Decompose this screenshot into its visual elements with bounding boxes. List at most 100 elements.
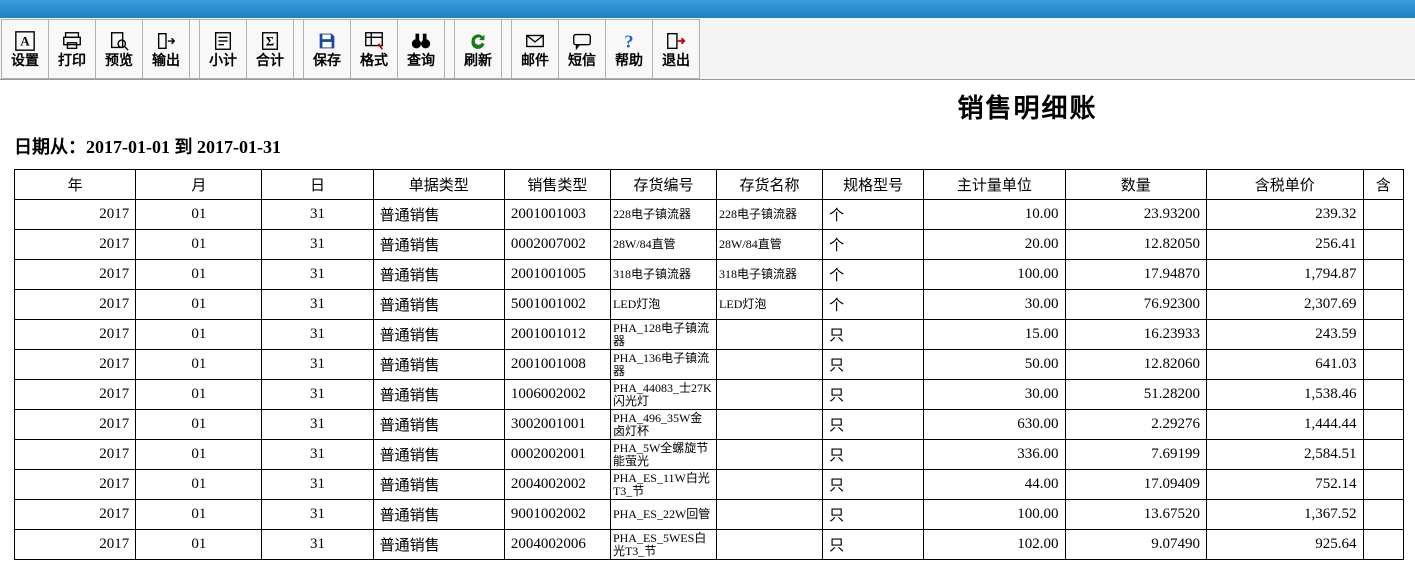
cell-spec[interactable]: 只 xyxy=(823,350,924,380)
cell-spec[interactable]: 个 xyxy=(823,200,924,230)
cell-extra[interactable] xyxy=(1363,200,1403,230)
cell-price[interactable]: 2.29276 xyxy=(1065,410,1206,440)
settings-button[interactable]: A设置 xyxy=(1,19,49,79)
cell-price[interactable]: 17.09409 xyxy=(1065,470,1206,500)
cell-doc[interactable]: 普通销售 xyxy=(373,200,504,230)
cell-extra[interactable] xyxy=(1363,230,1403,260)
cell-day[interactable]: 31 xyxy=(262,320,373,350)
cell-day[interactable]: 31 xyxy=(262,500,373,530)
table-row[interactable]: 20170131普通销售2001001008PHA_136电子镇流器只50.00… xyxy=(15,350,1404,380)
total-button[interactable]: Σ合计 xyxy=(246,19,294,79)
cell-code[interactable]: 1006002002 xyxy=(504,380,610,410)
table-row[interactable]: 20170131普通销售3002001001PHA_496_35W金卤灯杯只63… xyxy=(15,410,1404,440)
cell-name[interactable] xyxy=(717,440,823,470)
table-row[interactable]: 20170131普通销售2004002002PHA_ES_11W白光T3_节只4… xyxy=(15,470,1404,500)
cell-price[interactable]: 12.82060 xyxy=(1065,350,1206,380)
cell-extra[interactable] xyxy=(1363,440,1403,470)
column-header[interactable]: 单据类型 xyxy=(373,170,504,200)
cell-price[interactable]: 23.93200 xyxy=(1065,200,1206,230)
cell-year[interactable]: 2017 xyxy=(15,320,136,350)
cell-price[interactable]: 7.69199 xyxy=(1065,440,1206,470)
cell-year[interactable]: 2017 xyxy=(15,260,136,290)
cell-day[interactable]: 31 xyxy=(262,200,373,230)
cell-qty[interactable]: 336.00 xyxy=(924,440,1065,470)
cell-name[interactable] xyxy=(717,470,823,500)
cell-inv[interactable]: LED灯泡 xyxy=(610,290,716,320)
cell-year[interactable]: 2017 xyxy=(15,200,136,230)
subtotal-button[interactable]: 小计 xyxy=(199,19,247,79)
cell-doc[interactable]: 普通销售 xyxy=(373,530,504,560)
cell-amt[interactable]: 1,444.44 xyxy=(1206,410,1363,440)
cell-month[interactable]: 01 xyxy=(136,230,262,260)
table-row[interactable]: 20170131普通销售000200700228W/84直管28W/84直管个2… xyxy=(15,230,1404,260)
export-button[interactable]: 输出 xyxy=(142,19,190,79)
cell-code[interactable]: 0002007002 xyxy=(504,230,610,260)
cell-code[interactable]: 2004002002 xyxy=(504,470,610,500)
cell-month[interactable]: 01 xyxy=(136,380,262,410)
cell-doc[interactable]: 普通销售 xyxy=(373,350,504,380)
cell-name[interactable] xyxy=(717,410,823,440)
cell-month[interactable]: 01 xyxy=(136,530,262,560)
cell-doc[interactable]: 普通销售 xyxy=(373,500,504,530)
cell-spec[interactable]: 只 xyxy=(823,530,924,560)
cell-qty[interactable]: 100.00 xyxy=(924,500,1065,530)
cell-code[interactable]: 2001001005 xyxy=(504,260,610,290)
cell-spec[interactable]: 只 xyxy=(823,320,924,350)
cell-doc[interactable]: 普通销售 xyxy=(373,260,504,290)
cell-qty[interactable]: 20.00 xyxy=(924,230,1065,260)
cell-doc[interactable]: 普通销售 xyxy=(373,410,504,440)
cell-month[interactable]: 01 xyxy=(136,470,262,500)
cell-price[interactable]: 76.92300 xyxy=(1065,290,1206,320)
cell-day[interactable]: 31 xyxy=(262,530,373,560)
cell-extra[interactable] xyxy=(1363,290,1403,320)
cell-inv[interactable]: PHA_128电子镇流器 xyxy=(610,320,716,350)
column-header[interactable]: 日 xyxy=(262,170,373,200)
cell-amt[interactable]: 2,307.69 xyxy=(1206,290,1363,320)
cell-code[interactable]: 3002001001 xyxy=(504,410,610,440)
cell-month[interactable]: 01 xyxy=(136,320,262,350)
refresh-button[interactable]: 刷新 xyxy=(454,19,502,79)
cell-year[interactable]: 2017 xyxy=(15,350,136,380)
cell-month[interactable]: 01 xyxy=(136,440,262,470)
cell-amt[interactable]: 243.59 xyxy=(1206,320,1363,350)
cell-inv[interactable]: PHA_136电子镇流器 xyxy=(610,350,716,380)
cell-extra[interactable] xyxy=(1363,470,1403,500)
data-grid[interactable]: 年月日单据类型销售类型存货编号存货名称规格型号主计量单位数量含税单价含 2017… xyxy=(14,169,1404,560)
cell-qty[interactable]: 630.00 xyxy=(924,410,1065,440)
cell-amt[interactable]: 641.03 xyxy=(1206,350,1363,380)
cell-code[interactable]: 5001001002 xyxy=(504,290,610,320)
cell-doc[interactable]: 普通销售 xyxy=(373,470,504,500)
cell-name[interactable]: LED灯泡 xyxy=(717,290,823,320)
cell-amt[interactable]: 1,794.87 xyxy=(1206,260,1363,290)
cell-month[interactable]: 01 xyxy=(136,410,262,440)
cell-price[interactable]: 12.82050 xyxy=(1065,230,1206,260)
cell-extra[interactable] xyxy=(1363,320,1403,350)
cell-extra[interactable] xyxy=(1363,260,1403,290)
cell-day[interactable]: 31 xyxy=(262,410,373,440)
cell-code[interactable]: 2001001012 xyxy=(504,320,610,350)
cell-spec[interactable]: 个 xyxy=(823,290,924,320)
cell-doc[interactable]: 普通销售 xyxy=(373,380,504,410)
table-row[interactable]: 20170131普通销售2001001003228电子镇流器228电子镇流器个1… xyxy=(15,200,1404,230)
cell-inv[interactable]: PHA_496_35W金卤灯杯 xyxy=(610,410,716,440)
cell-extra[interactable] xyxy=(1363,500,1403,530)
cell-extra[interactable] xyxy=(1363,380,1403,410)
cell-doc[interactable]: 普通销售 xyxy=(373,320,504,350)
cell-name[interactable]: 28W/84直管 xyxy=(717,230,823,260)
cell-name[interactable] xyxy=(717,380,823,410)
table-row[interactable]: 20170131普通销售2004002006PHA_ES_5WES白光T3_节只… xyxy=(15,530,1404,560)
cell-day[interactable]: 31 xyxy=(262,350,373,380)
cell-price[interactable]: 9.07490 xyxy=(1065,530,1206,560)
cell-qty[interactable]: 100.00 xyxy=(924,260,1065,290)
column-header[interactable]: 规格型号 xyxy=(823,170,924,200)
cell-spec[interactable]: 个 xyxy=(823,260,924,290)
cell-year[interactable]: 2017 xyxy=(15,470,136,500)
cell-inv[interactable]: PHA_ES_22W回管 xyxy=(610,500,716,530)
cell-day[interactable]: 31 xyxy=(262,260,373,290)
cell-day[interactable]: 31 xyxy=(262,440,373,470)
cell-month[interactable]: 01 xyxy=(136,500,262,530)
cell-year[interactable]: 2017 xyxy=(15,410,136,440)
cell-doc[interactable]: 普通销售 xyxy=(373,440,504,470)
cell-extra[interactable] xyxy=(1363,410,1403,440)
cell-code[interactable]: 2001001003 xyxy=(504,200,610,230)
